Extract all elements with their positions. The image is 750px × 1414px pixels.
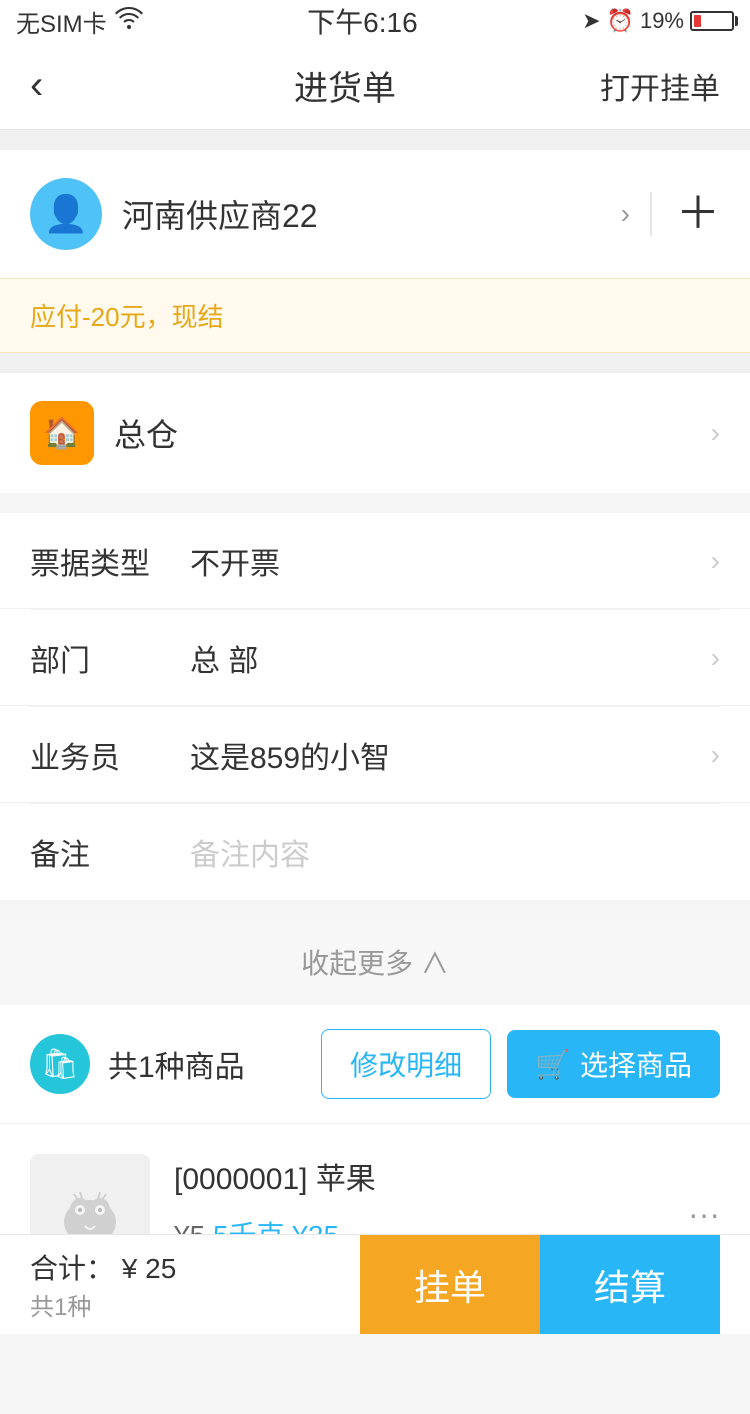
supplier-alert: 应付-20元，现结	[0, 278, 750, 353]
product-code: [0000001]	[174, 1163, 307, 1196]
supplier-row[interactable]: 👤 河南供应商22 › ＋	[0, 150, 750, 278]
department-value: 总 部	[190, 636, 701, 680]
form-section: 票据类型 不开票 › 部门 总 部 › 业务员 这是859的小智 › 备注 备注…	[0, 513, 750, 900]
cart-icon: 🛒	[535, 1048, 570, 1081]
status-left: 无SIM卡	[16, 4, 143, 39]
open-pending-button[interactable]: 打开挂单	[600, 64, 720, 108]
nav-bar: ‹ 进货单 打开挂单	[0, 42, 750, 130]
department-label: 部门	[30, 636, 190, 680]
battery-percent: 19%	[640, 8, 684, 34]
warehouse-card: 🏠 总仓 ›	[0, 373, 750, 493]
product-title: 苹果	[316, 1163, 376, 1196]
person-icon: 👤	[44, 193, 89, 235]
status-bar: 无SIM卡 下午6:16 ➤ ⏰ 19%	[0, 0, 750, 42]
select-product-label: 选择商品	[580, 1044, 692, 1084]
supplier-chevron-icon: ›	[621, 198, 630, 230]
collapse-button[interactable]: 收起更多 ∧	[0, 920, 750, 1004]
salesman-row[interactable]: 业务员 这是859的小智 ›	[0, 707, 750, 803]
back-button[interactable]: ‹	[30, 63, 90, 108]
invoice-type-chevron-icon: ›	[711, 545, 720, 577]
salesman-label: 业务员	[30, 733, 190, 777]
products-icon-wrap: 🛍	[30, 1034, 90, 1094]
page-title: 进货单	[294, 61, 396, 110]
total-amount: ¥ 25	[122, 1253, 177, 1284]
supplier-avatar: 👤	[30, 178, 102, 250]
hang-button[interactable]: 挂单	[360, 1235, 540, 1334]
wifi-icon	[115, 7, 143, 36]
battery-icon	[690, 11, 734, 31]
section-gap-1	[0, 130, 750, 150]
bottom-bar: 合计： ¥ 25 共1种 挂单 结算	[0, 1234, 750, 1334]
invoice-type-label: 票据类型	[30, 539, 190, 583]
department-row[interactable]: 部门 总 部 ›	[0, 610, 750, 706]
products-icon: 🛍	[41, 1047, 79, 1082]
total-count-label: 共1种	[30, 1294, 91, 1321]
edit-detail-button[interactable]: 修改明细	[321, 1029, 491, 1099]
salesman-value: 这是859的小智	[190, 733, 701, 777]
location-icon: ➤	[582, 8, 600, 34]
warehouse-row[interactable]: 🏠 总仓 ›	[0, 373, 750, 493]
warehouse-icon-wrap: 🏠	[30, 401, 94, 465]
section-gap-2	[0, 353, 750, 373]
warehouse-name: 总仓	[114, 410, 711, 456]
note-row[interactable]: 备注 备注内容	[0, 804, 750, 900]
products-header: 🛍 共1种商品 修改明细 🛒 选择商品	[0, 1005, 750, 1123]
status-right: ➤ ⏰ 19%	[582, 8, 734, 34]
status-time: 下午6:16	[307, 1, 418, 41]
checkout-button[interactable]: 结算	[540, 1235, 720, 1334]
add-supplier-button[interactable]: ＋	[676, 192, 720, 236]
supplier-card: 👤 河南供应商22 › ＋ 应付-20元，现结	[0, 150, 750, 353]
invoice-type-row[interactable]: 票据类型 不开票 ›	[0, 513, 750, 609]
product-more-button[interactable]: ···	[688, 1196, 720, 1233]
note-label: 备注	[30, 830, 190, 874]
invoice-type-value: 不开票	[190, 539, 701, 583]
product-name: [0000001] 苹果	[174, 1154, 688, 1198]
sim-text: 无SIM卡	[16, 4, 107, 39]
total-line: 合计： ¥ 25	[30, 1247, 360, 1287]
supplier-divider	[650, 192, 652, 236]
warehouse-icon: 🏠	[43, 416, 80, 451]
total-count: 共1种	[30, 1287, 360, 1322]
supplier-name: 河南供应商22	[122, 191, 621, 237]
alarm-icon: ⏰	[607, 8, 634, 34]
select-product-button[interactable]: 🛒 选择商品	[507, 1030, 720, 1098]
salesman-chevron-icon: ›	[711, 739, 720, 771]
department-chevron-icon: ›	[711, 642, 720, 674]
warehouse-chevron-icon: ›	[711, 417, 720, 449]
note-placeholder: 备注内容	[190, 830, 720, 874]
total-label: 合计：	[30, 1253, 114, 1284]
products-count: 共1种商品	[108, 1042, 321, 1086]
total-section: 合计： ¥ 25 共1种	[30, 1247, 360, 1322]
